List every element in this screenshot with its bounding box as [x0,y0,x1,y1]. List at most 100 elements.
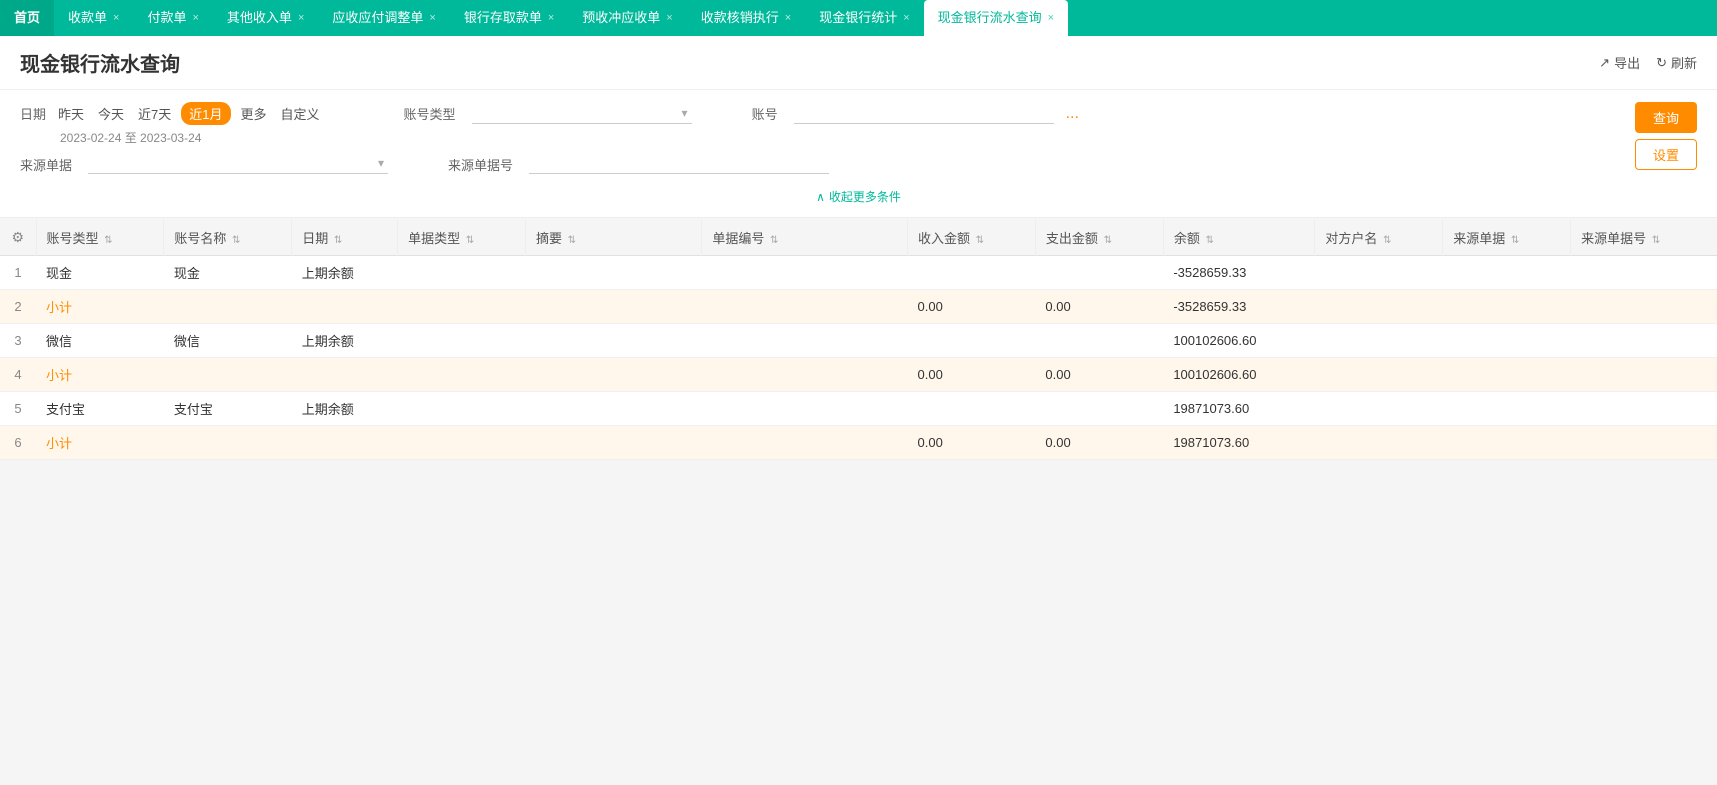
close-icon[interactable]: × [666,0,672,36]
refresh-button[interactable]: ↻ 刷新 [1656,53,1697,72]
close-icon[interactable]: × [903,0,909,36]
table-cell [1571,426,1717,460]
table-row: 2小计0.000.00-3528659.33 [0,290,1717,324]
more-options-button[interactable]: ... [1066,105,1079,123]
nav-tab-fukuandan[interactable]: 付款单 × [133,0,212,36]
page-header: 现金银行流水查询 ↗ 导出 ↻ 刷新 [0,36,1717,90]
nav-tab-xianjintongji[interactable]: 现金银行统计 × [805,0,923,36]
nav-tab-yushou[interactable]: 预收冲应收单 × [568,0,686,36]
table-cell [398,256,526,290]
source-doc-input[interactable] [88,154,388,174]
th-doc-type[interactable]: 单据类型 ⇅ [398,220,526,256]
table-cell: 微信 [164,324,292,358]
table-cell: 100102606.60 [1163,358,1315,392]
table-cell: 上期余额 [292,392,398,426]
th-date[interactable]: 日期 ⇅ [292,220,398,256]
collapse-bar[interactable]: ∧ 收起更多条件 [20,184,1697,209]
sort-icon: ⇅ [334,235,342,246]
table-cell [1315,290,1443,324]
sort-icon: ⇅ [1104,235,1112,246]
table-cell [1443,358,1571,392]
th-balance[interactable]: 余额 ⇅ [1163,220,1315,256]
query-button[interactable]: 查询 [1635,102,1697,133]
date-options: 昨天 今天 近7天 近1月 更多 自定义 [54,102,324,125]
close-icon[interactable]: × [429,0,435,36]
sort-icon: ⇅ [104,235,112,246]
table-cell [398,392,526,426]
th-doc-no[interactable]: 单据编号 ⇅ [702,220,908,256]
date-label: 日期 [20,104,46,123]
nav-tab-shoukuanhexiao[interactable]: 收款核销执行 × [687,0,805,36]
th-income[interactable]: 收入金额 ⇅ [908,220,1036,256]
collapse-label: 收起更多条件 [829,188,901,205]
table-cell [1571,290,1717,324]
th-source-doc[interactable]: 来源单据 ⇅ [1443,220,1571,256]
page-title: 现金银行流水查询 [20,48,180,77]
close-icon[interactable]: × [785,0,791,36]
table-cell [525,426,701,460]
date-opt-yesterday[interactable]: 昨天 [54,102,88,125]
close-icon[interactable]: × [113,0,119,36]
table-cell: 0.00 [1035,426,1163,460]
date-opt-more[interactable]: 更多 [237,102,271,125]
filter-left: 日期 昨天 今天 近7天 近1月 更多 自定义 账号类型 ▾ [20,102,1615,184]
th-account-name[interactable]: 账号名称 ⇅ [164,220,292,256]
nav-tab-qitashouru[interactable]: 其他收入单 × [213,0,318,36]
refresh-icon: ↻ [1656,55,1667,71]
table-row: 4小计0.000.00100102606.60 [0,358,1717,392]
close-icon[interactable]: × [192,0,198,36]
date-opt-today[interactable]: 今天 [94,102,128,125]
settings-button[interactable]: 设置 [1635,139,1697,170]
table-cell [525,290,701,324]
account-type-input[interactable] [472,104,692,124]
sort-icon: ⇅ [232,235,240,246]
th-summary[interactable]: 摘要 ⇅ [525,220,701,256]
table-cell [1443,426,1571,460]
account-input[interactable] [794,104,1054,124]
th-expense[interactable]: 支出金额 ⇅ [1035,220,1163,256]
table-row: 5支付宝支付宝上期余额19871073.60 [0,392,1717,426]
account-type-label: 账号类型 [404,104,456,123]
table-cell [1315,358,1443,392]
export-button[interactable]: ↗ 导出 [1599,53,1640,72]
nav-tab-liushuichaxun[interactable]: 现金银行流水查询 × [924,0,1068,36]
table-cell [702,358,908,392]
source-doc-no-input[interactable] [529,154,829,174]
nav-tab-yinhangcunqu[interactable]: 银行存取款单 × [450,0,568,36]
th-account-type[interactable]: 账号类型 ⇅ [36,220,164,256]
top-navigation: 首页 收款单 × 付款单 × 其他收入单 × 应收应付调整单 × 银行存取款单 … [0,0,1717,36]
close-icon[interactable]: × [1048,0,1054,36]
table-cell [525,324,701,358]
nav-tab-yingshouyingfu[interactable]: 应收应付调整单 × [318,0,449,36]
date-opt-7days[interactable]: 近7天 [134,102,175,125]
table-cell [1035,256,1163,290]
date-opt-custom[interactable]: 自定义 [277,102,324,125]
table-cell [164,358,292,392]
table-cell: 3 [0,324,36,358]
table-cell [702,392,908,426]
table-cell: 19871073.60 [1163,392,1315,426]
nav-home-label: 首页 [14,0,40,36]
table-cell [1571,324,1717,358]
filter-right-actions: 查询 设置 [1635,102,1697,170]
close-icon[interactable]: × [548,0,554,36]
date-opt-1month[interactable]: 近1月 [181,102,230,125]
close-icon[interactable]: × [298,0,304,36]
filter-area: 日期 昨天 今天 近7天 近1月 更多 自定义 账号类型 ▾ [0,90,1717,218]
th-gear[interactable]: ⚙ [0,220,36,256]
th-source-doc-no[interactable]: 来源单据号 ⇅ [1571,220,1717,256]
source-doc-field: 来源单据 ▾ [20,154,388,174]
table-cell: 0.00 [908,358,1036,392]
table-cell [398,426,526,460]
table-cell [702,290,908,324]
date-range-label: 2023-02-24 至 2023-03-24 [60,131,201,145]
table-cell [164,290,292,324]
th-counter-party[interactable]: 对方户名 ⇅ [1315,220,1443,256]
chevron-down-icon: ▾ [378,156,384,170]
source-doc-label: 来源单据 [20,155,72,174]
table-cell: -3528659.33 [1163,256,1315,290]
table-cell: 小计 [36,358,164,392]
nav-tab-shoukuandan[interactable]: 收款单 × [54,0,133,36]
table-cell [1315,392,1443,426]
nav-home[interactable]: 首页 [0,0,54,36]
